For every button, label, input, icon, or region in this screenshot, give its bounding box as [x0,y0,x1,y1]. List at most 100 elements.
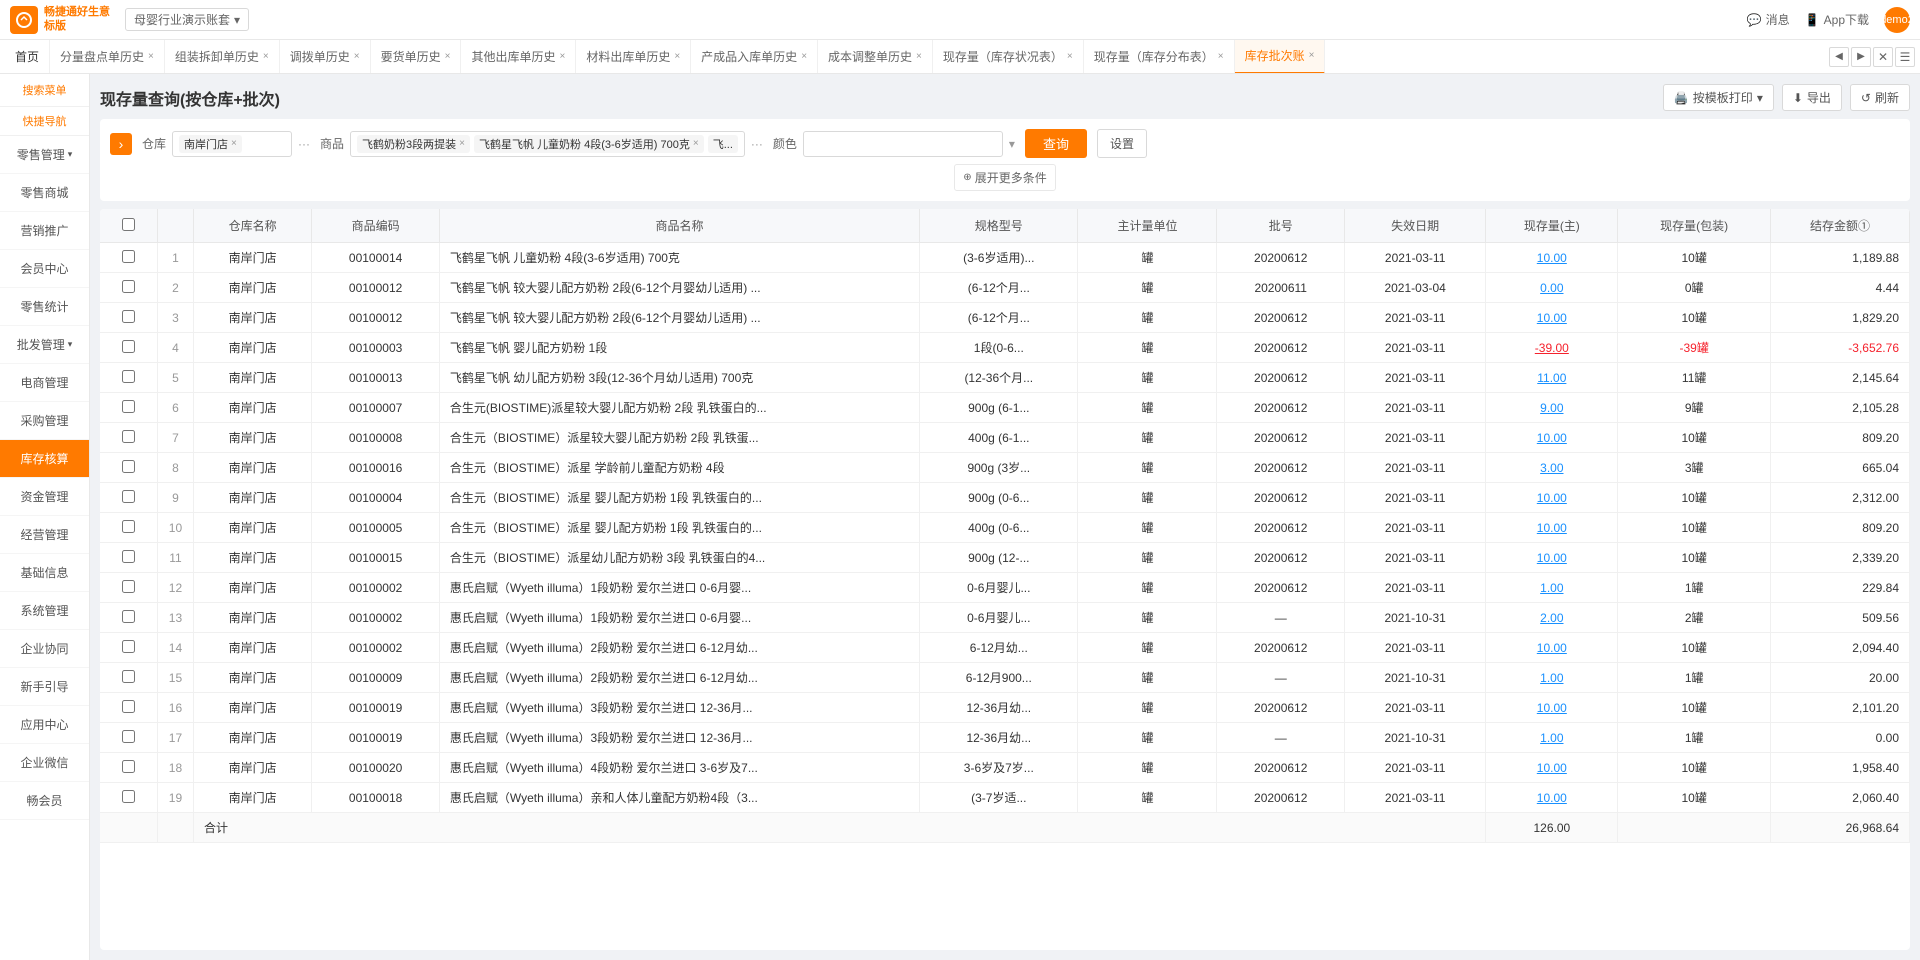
color-dropdown[interactable]: ▾ [1009,137,1015,151]
nav-close-all-btn[interactable]: ✕ [1873,47,1893,67]
cell-checkbox[interactable] [100,423,157,453]
sidebar-item-enterprise[interactable]: 企业协同 [0,630,89,668]
tab-home[interactable]: 首页 [5,40,50,74]
sidebar-item-member2[interactable]: 畅会员 [0,782,89,820]
cell-checkbox[interactable] [100,633,157,663]
close-icon[interactable]: × [559,51,565,62]
sidebar-item-retail[interactable]: 零售管理 ▾ [0,136,89,174]
close-icon[interactable]: × [916,51,922,62]
sidebar-search[interactable]: 搜索菜单 [0,74,89,107]
select-all-checkbox[interactable] [122,218,135,231]
close-icon[interactable]: × [263,51,269,62]
th-expire[interactable]: 失效日期 [1345,209,1486,243]
row-checkbox[interactable] [122,640,135,653]
tab-mix[interactable]: 调拨单历史 × [280,40,371,74]
row-checkbox[interactable] [122,250,135,263]
refresh-btn[interactable]: ↺ 刷新 [1850,84,1910,111]
th-amount[interactable]: 结存金额① [1770,209,1909,243]
sidebar-item-ecommerce[interactable]: 电商管理 [0,364,89,402]
cell-qty-main[interactable]: 10.00 [1486,483,1618,513]
row-checkbox[interactable] [122,790,135,803]
row-checkbox[interactable] [122,460,135,473]
close-icon[interactable]: × [1309,50,1315,61]
cell-qty-main[interactable]: 0.00 [1486,273,1618,303]
cell-checkbox[interactable] [100,243,157,273]
cell-qty-main[interactable]: 1.00 [1486,723,1618,753]
cell-checkbox[interactable] [100,753,157,783]
row-checkbox[interactable] [122,430,135,443]
sidebar-item-member[interactable]: 会员中心 [0,250,89,288]
expand-filter-btn[interactable]: › [110,133,132,155]
close-icon[interactable]: × [674,51,680,62]
sidebar-item-enterprise-wechat[interactable]: 企业微信 [0,744,89,782]
th-unit[interactable]: 主计量单位 [1078,209,1217,243]
color-tags-input[interactable] [803,131,1003,157]
cell-qty-main[interactable]: 10.00 [1486,303,1618,333]
th-code[interactable]: 商品编码 [312,209,440,243]
close-icon[interactable]: × [148,51,154,62]
sidebar-item-retail-stats[interactable]: 零售统计 [0,288,89,326]
warehouse-more[interactable]: ··· [298,137,310,151]
close-icon[interactable]: × [1067,51,1073,62]
tab-disassembly[interactable]: 组装拆卸单历史 × [165,40,280,74]
th-qty-pkg[interactable]: 现存量(包装) [1618,209,1771,243]
sidebar-item-wholesale[interactable]: 批发管理 ▾ [0,326,89,364]
th-qty-main[interactable]: 现存量(主) [1486,209,1618,243]
close-icon[interactable]: × [445,51,451,62]
sidebar-item-newcomer[interactable]: 新手引导 [0,668,89,706]
cell-qty-main[interactable]: 10.00 [1486,513,1618,543]
product-tag-1-remove[interactable]: × [693,138,699,149]
warehouse-tag-remove[interactable]: × [231,138,237,149]
cell-qty-main[interactable]: 10.00 [1486,753,1618,783]
th-spec[interactable]: 规格型号 [920,209,1078,243]
row-checkbox[interactable] [122,700,135,713]
cell-checkbox[interactable] [100,273,157,303]
cell-checkbox[interactable] [100,363,157,393]
row-checkbox[interactable] [122,520,135,533]
close-icon[interactable]: × [354,51,360,62]
tab-req[interactable]: 要货单历史 × [371,40,462,74]
query-btn[interactable]: 查询 [1025,129,1087,158]
org-selector[interactable]: 母婴行业演示账套 ▾ [125,8,249,31]
sidebar-item-marketing[interactable]: 营销推广 [0,212,89,250]
product-tags-input[interactable]: 飞鹤奶粉3段两提装 × 飞鹤星飞帆 儿童奶粉 4段(3-6岁适用) 700克 ×… [350,131,745,157]
sidebar-quick-nav[interactable]: 快捷导航 [0,107,89,136]
row-checkbox[interactable] [122,340,135,353]
cell-qty-main[interactable]: 10.00 [1486,543,1618,573]
app-download-btn[interactable]: 📱 App下载 [1805,11,1869,28]
cell-checkbox[interactable] [100,543,157,573]
tab-material-out[interactable]: 材料出库单历史 × [576,40,691,74]
cell-qty-main[interactable]: 1.00 [1486,573,1618,603]
cell-checkbox[interactable] [100,663,157,693]
th-name[interactable]: 商品名称 [439,209,919,243]
cell-qty-main[interactable]: 10.00 [1486,423,1618,453]
cell-qty-main[interactable]: 10.00 [1486,243,1618,273]
cell-qty-main[interactable]: 10.00 [1486,633,1618,663]
warehouse-tags-input[interactable]: 南岸门店 × [172,131,292,157]
cell-checkbox[interactable] [100,393,157,423]
expand-more-btn[interactable]: ⊕ 展开更多条件 [954,164,1055,191]
cell-checkbox[interactable] [100,603,157,633]
message-btn[interactable]: 💬 消息 [1747,11,1790,28]
cell-checkbox[interactable] [100,573,157,603]
export-btn[interactable]: ⬇ 导出 [1782,84,1842,111]
setting-btn[interactable]: 设置 [1097,129,1147,158]
tab-product-in[interactable]: 产成品入库单历史 × [691,40,818,74]
th-warehouse[interactable]: 仓库名称 [193,209,311,243]
sidebar-item-inventory[interactable]: 库存核算 [0,440,89,478]
th-batch[interactable]: 批号 [1217,209,1345,243]
row-checkbox[interactable] [122,310,135,323]
tab-stock-dist[interactable]: 现存量（库存分布表） × [1084,40,1235,74]
row-checkbox[interactable] [122,550,135,563]
row-checkbox[interactable] [122,670,135,683]
sidebar-item-operations[interactable]: 经营管理 [0,516,89,554]
close-icon[interactable]: × [801,51,807,62]
cell-checkbox[interactable] [100,333,157,363]
cell-qty-main[interactable]: 10.00 [1486,693,1618,723]
cell-qty-main[interactable]: 3.00 [1486,453,1618,483]
row-checkbox[interactable] [122,730,135,743]
print-btn[interactable]: 🖨️ 按模板打印 ▾ [1663,84,1774,111]
tab-stock-status[interactable]: 现存量（库存状况表） × [933,40,1084,74]
sidebar-item-apps[interactable]: 应用中心 [0,706,89,744]
row-checkbox[interactable] [122,580,135,593]
